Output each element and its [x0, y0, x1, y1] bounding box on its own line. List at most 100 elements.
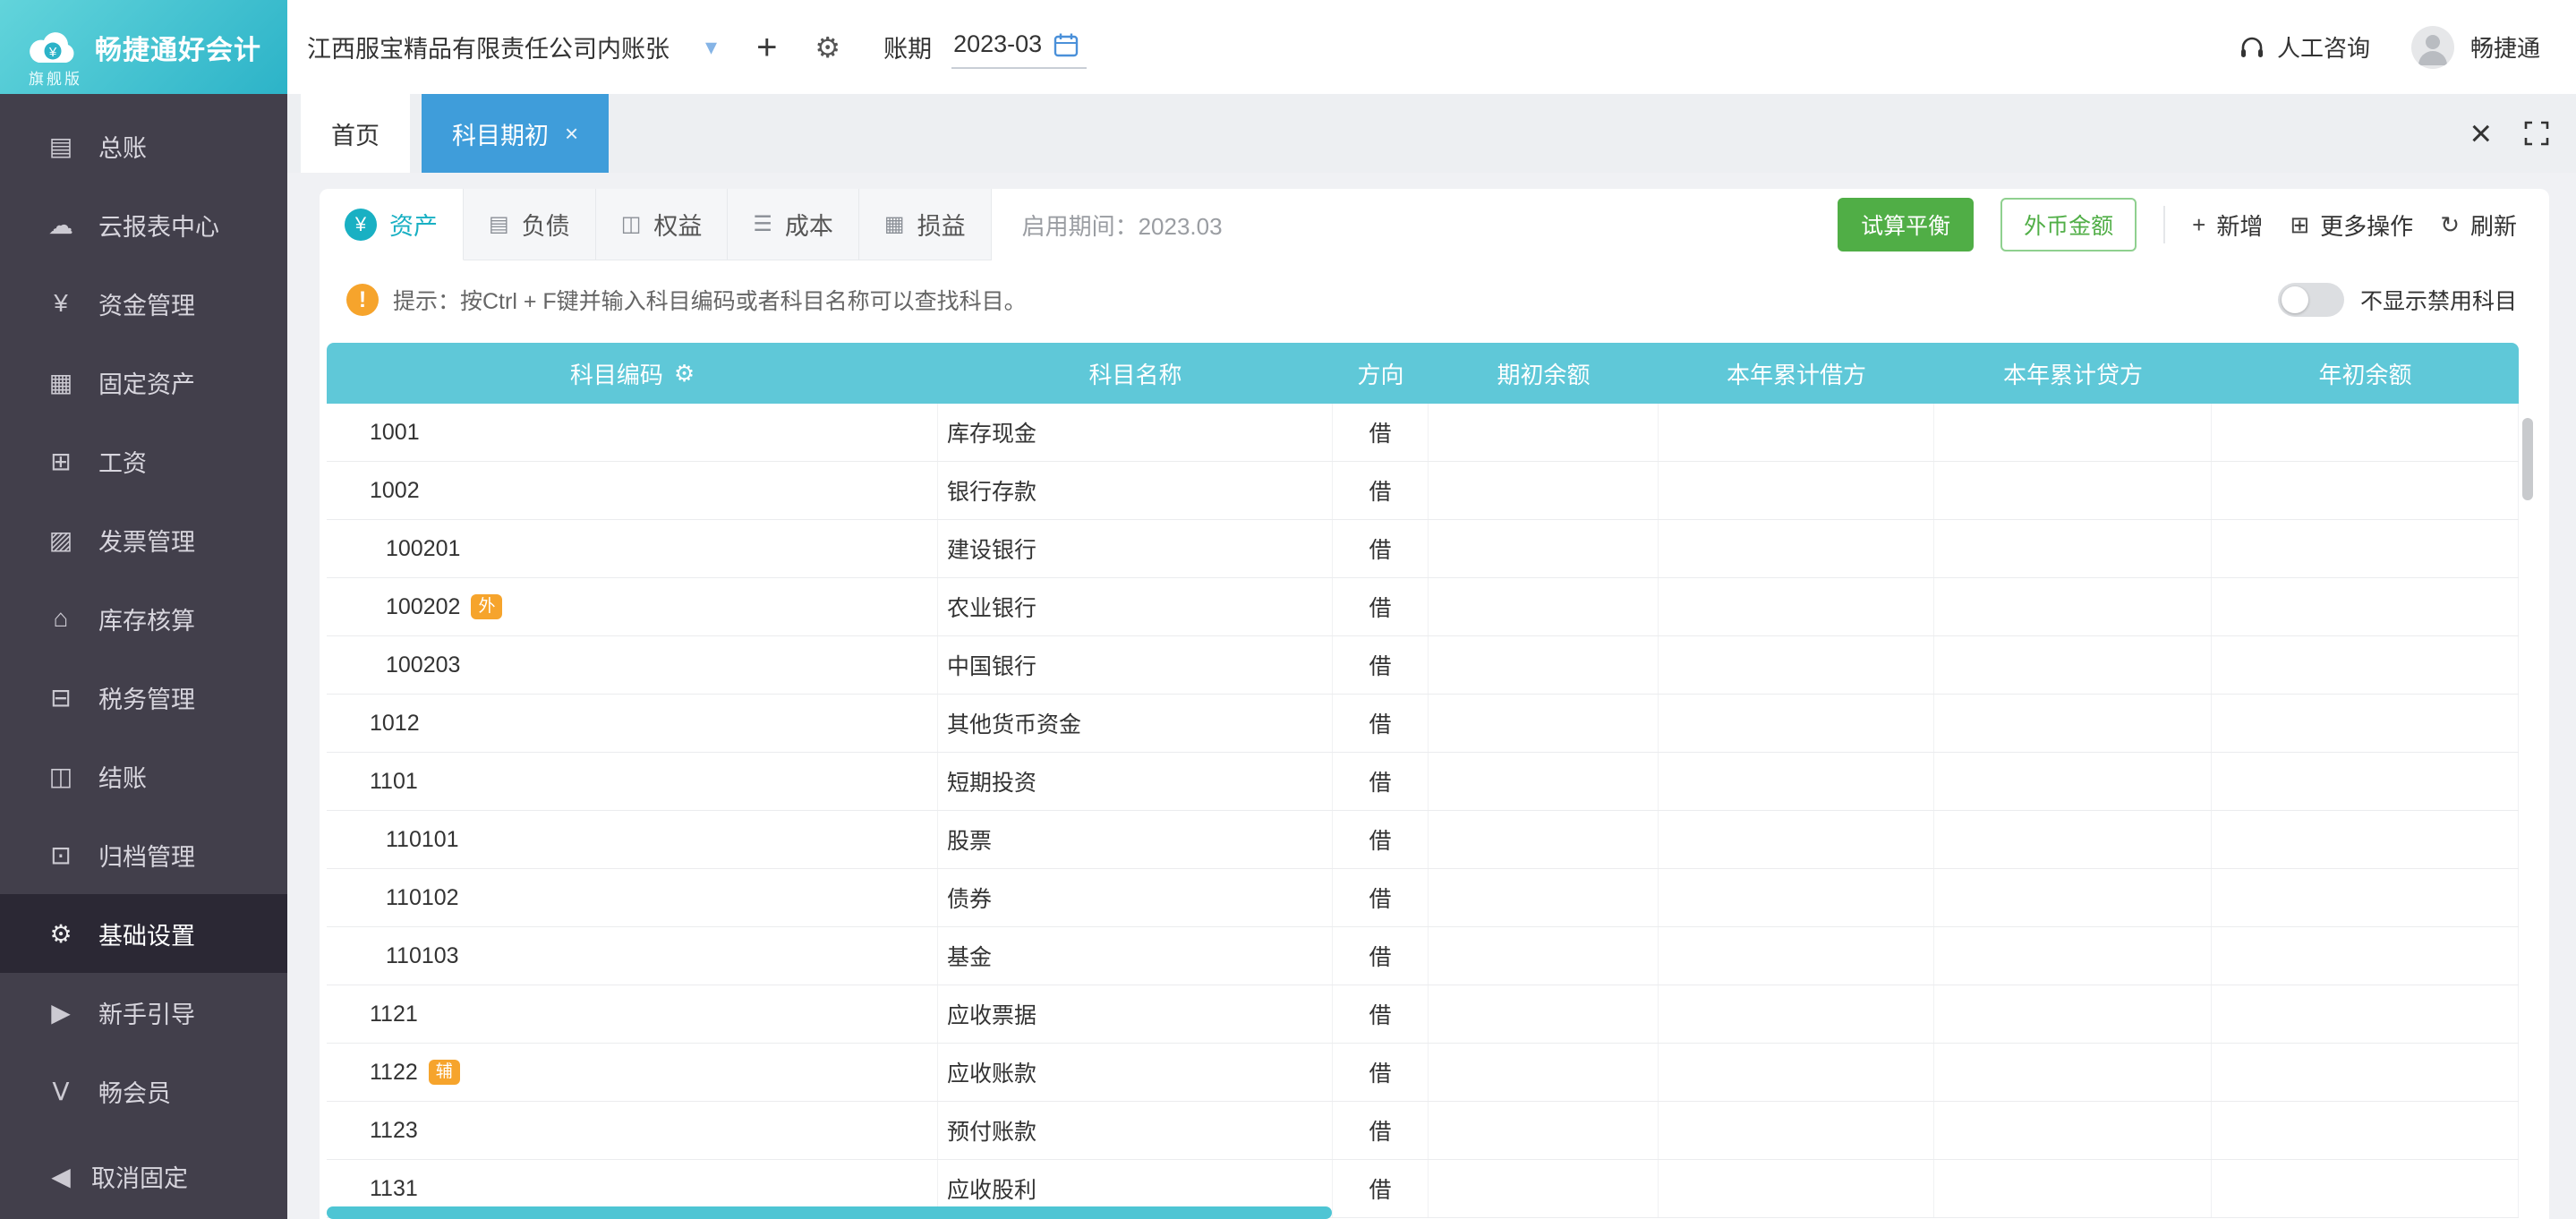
- period-picker[interactable]: 2023-03: [951, 25, 1088, 69]
- ytd-credit-cell[interactable]: [1934, 869, 2212, 926]
- table-row[interactable]: 1101 短期投资借: [327, 753, 2519, 811]
- ytd-debit-cell[interactable]: [1659, 578, 1934, 635]
- table-row[interactable]: 100203 中国银行借: [327, 636, 2519, 695]
- opening-balance-cell[interactable]: [1429, 869, 1659, 926]
- foreign-currency-button[interactable]: 外币金额: [2000, 198, 2137, 251]
- ytd-debit-cell[interactable]: [1659, 927, 1934, 985]
- table-row[interactable]: 1122 辅 应收账款借: [327, 1044, 2519, 1102]
- vertical-scrollbar[interactable]: [2521, 343, 2535, 1219]
- sidebar-item-归档管理[interactable]: ⊡ 归档管理: [0, 815, 287, 894]
- opening-balance-cell[interactable]: [1429, 520, 1659, 577]
- ytd-debit-cell[interactable]: [1659, 520, 1934, 577]
- ytd-credit-cell[interactable]: [1934, 404, 2212, 461]
- ytd-credit-cell[interactable]: [1934, 520, 2212, 577]
- table-row[interactable]: 100202 外 农业银行借: [327, 578, 2519, 636]
- sidebar-item-新手引导[interactable]: ▶ 新手引导: [0, 973, 287, 1052]
- ytd-credit-cell[interactable]: [1934, 578, 2212, 635]
- table-row[interactable]: 110103 基金借: [327, 927, 2519, 985]
- sidebar-item-资金管理[interactable]: ¥ 资金管理: [0, 264, 287, 343]
- fullscreen-icon[interactable]: [2522, 119, 2551, 148]
- hide-disabled-toggle[interactable]: [2277, 283, 2344, 317]
- table-row[interactable]: 1121 应收票据借: [327, 985, 2519, 1044]
- table-row[interactable]: 1001 库存现金借: [327, 404, 2519, 462]
- ytd-credit-cell[interactable]: [1934, 811, 2212, 868]
- ytd-debit-cell[interactable]: [1659, 695, 1934, 752]
- table-row[interactable]: 1123 预付账款借: [327, 1102, 2519, 1160]
- year-begin-balance-cell[interactable]: [2212, 927, 2519, 985]
- column-config-gear-icon[interactable]: ⚙: [674, 360, 695, 388]
- table-row[interactable]: 1002 银行存款借: [327, 462, 2519, 520]
- ytd-debit-cell[interactable]: [1659, 636, 1934, 694]
- tab-首页[interactable]: 首页: [301, 94, 410, 173]
- ytd-debit-cell[interactable]: [1659, 753, 1934, 810]
- ytd-credit-cell[interactable]: [1934, 462, 2212, 519]
- ytd-debit-cell[interactable]: [1659, 811, 1934, 868]
- sidebar-item-库存核算[interactable]: ⌂ 库存核算: [0, 579, 287, 658]
- year-begin-balance-cell[interactable]: [2212, 1044, 2519, 1101]
- add-button[interactable]: + 新增: [2192, 209, 2263, 242]
- table-row[interactable]: 110102 债券借: [327, 869, 2519, 927]
- year-begin-balance-cell[interactable]: [2212, 695, 2519, 752]
- category-tab-资产[interactable]: ¥ 资产: [320, 189, 464, 260]
- category-tab-权益[interactable]: ◫ 权益: [595, 189, 729, 260]
- ytd-debit-cell[interactable]: [1659, 869, 1934, 926]
- sidebar-item-结账[interactable]: ◫ 结账: [0, 737, 287, 815]
- chevron-down-icon[interactable]: ▾: [705, 33, 717, 61]
- sidebar-item-基础设置[interactable]: ⚙ 基础设置: [0, 894, 287, 973]
- year-begin-balance-cell[interactable]: [2212, 869, 2519, 926]
- opening-balance-cell[interactable]: [1429, 404, 1659, 461]
- year-begin-balance-cell[interactable]: [2212, 404, 2519, 461]
- year-begin-balance-cell[interactable]: [2212, 578, 2519, 635]
- close-icon[interactable]: ×: [2469, 115, 2492, 152]
- ytd-debit-cell[interactable]: [1659, 404, 1934, 461]
- opening-balance-cell[interactable]: [1429, 1044, 1659, 1101]
- opening-balance-cell[interactable]: [1429, 927, 1659, 985]
- tab-科目期初[interactable]: 科目期初 ×: [422, 94, 610, 173]
- tab-close-icon[interactable]: ×: [565, 120, 578, 148]
- year-begin-balance-cell[interactable]: [2212, 985, 2519, 1043]
- ytd-credit-cell[interactable]: [1934, 927, 2212, 985]
- ytd-credit-cell[interactable]: [1934, 753, 2212, 810]
- add-account-set-button[interactable]: +: [756, 30, 777, 65]
- sidebar-item-工资[interactable]: ⊞ 工资: [0, 422, 287, 500]
- ytd-debit-cell[interactable]: [1659, 1102, 1934, 1159]
- sidebar-unpin-button[interactable]: ◀ 取消固定: [0, 1133, 287, 1219]
- year-begin-balance-cell[interactable]: [2212, 1102, 2519, 1159]
- ytd-credit-cell[interactable]: [1934, 695, 2212, 752]
- sidebar-item-总账[interactable]: ▤ 总账: [0, 107, 287, 185]
- more-actions-button[interactable]: ⊞ 更多操作: [2290, 209, 2413, 242]
- year-begin-balance-cell[interactable]: [2212, 462, 2519, 519]
- horizontal-scrollbar-thumb[interactable]: [327, 1206, 1332, 1219]
- opening-balance-cell[interactable]: [1429, 578, 1659, 635]
- opening-balance-cell[interactable]: [1429, 462, 1659, 519]
- year-begin-balance-cell[interactable]: [2212, 636, 2519, 694]
- year-begin-balance-cell[interactable]: [2212, 753, 2519, 810]
- support-button[interactable]: 人工咨询: [2238, 30, 2370, 64]
- vertical-scrollbar-thumb[interactable]: [2522, 418, 2533, 500]
- ytd-debit-cell[interactable]: [1659, 985, 1934, 1043]
- opening-balance-cell[interactable]: [1429, 695, 1659, 752]
- company-selector[interactable]: 江西服宝精品有限责任公司内账张: [307, 30, 670, 64]
- year-begin-balance-cell[interactable]: [2212, 520, 2519, 577]
- ytd-credit-cell[interactable]: [1934, 636, 2212, 694]
- ytd-debit-cell[interactable]: [1659, 462, 1934, 519]
- username[interactable]: 畅捷通: [2470, 30, 2540, 64]
- category-tab-损益[interactable]: ▦ 损益: [858, 189, 992, 260]
- sidebar-item-畅会员[interactable]: Ⅴ 畅会员: [0, 1052, 287, 1130]
- category-tab-成本[interactable]: ☰ 成本: [728, 189, 859, 260]
- ytd-credit-cell[interactable]: [1934, 1102, 2212, 1159]
- category-tab-负债[interactable]: ▤ 负债: [464, 189, 596, 260]
- opening-balance-cell[interactable]: [1429, 636, 1659, 694]
- sidebar-item-云报表中心[interactable]: ☁ 云报表中心: [0, 185, 287, 264]
- year-begin-balance-cell[interactable]: [2212, 811, 2519, 868]
- sidebar-item-税务管理[interactable]: ⊟ 税务管理: [0, 658, 287, 737]
- settings-gear-icon[interactable]: ⚙: [815, 30, 840, 64]
- opening-balance-cell[interactable]: [1429, 753, 1659, 810]
- ytd-credit-cell[interactable]: [1934, 985, 2212, 1043]
- trial-balance-button[interactable]: 试算平衡: [1838, 198, 1975, 251]
- sidebar-item-发票管理[interactable]: ▨ 发票管理: [0, 500, 287, 579]
- ytd-credit-cell[interactable]: [1934, 1044, 2212, 1101]
- sidebar-item-固定资产[interactable]: ▦ 固定资产: [0, 343, 287, 422]
- table-row[interactable]: 1012 其他货币资金借: [327, 695, 2519, 753]
- table-row[interactable]: 110101 股票借: [327, 811, 2519, 869]
